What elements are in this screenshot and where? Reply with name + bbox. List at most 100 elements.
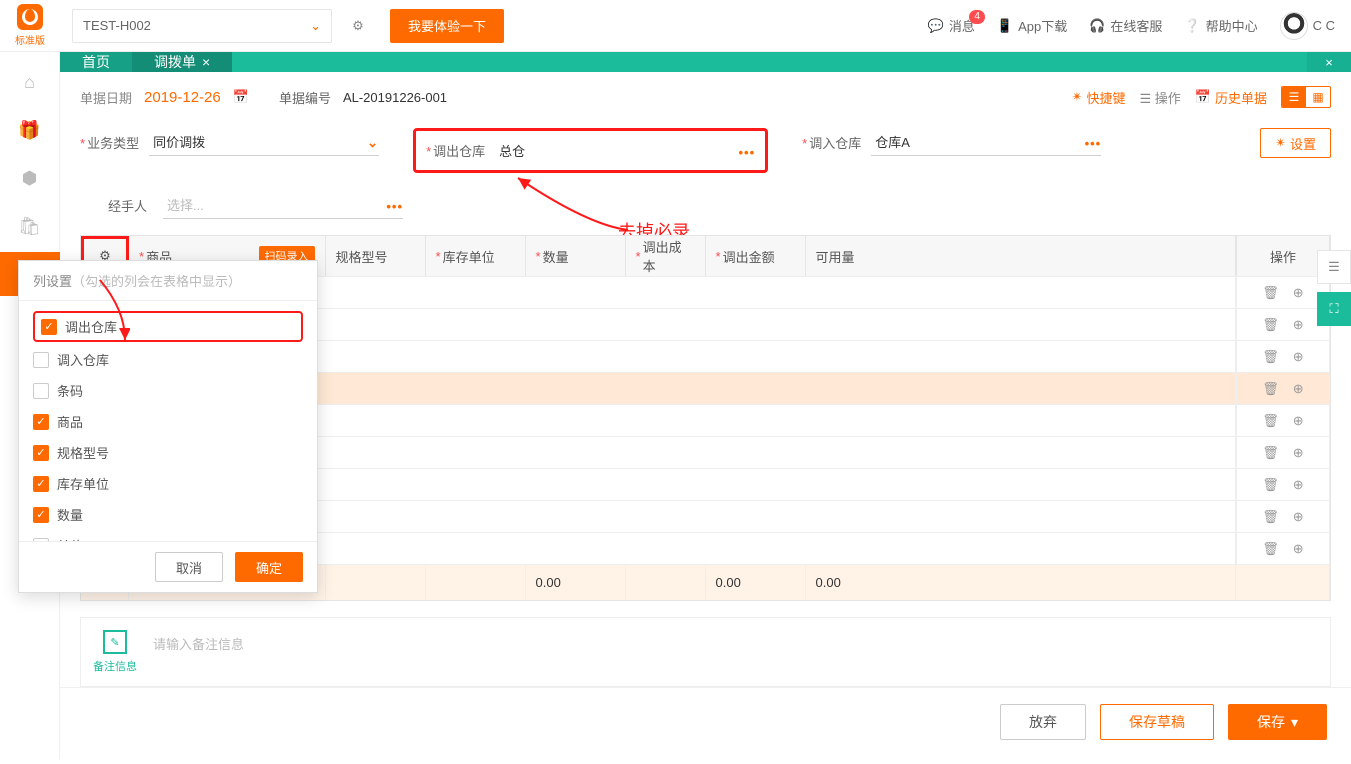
phone-icon: 📱: [997, 18, 1013, 34]
delete-icon[interactable]: 🗑: [1262, 541, 1279, 557]
add-row-icon[interactable]: ⊕: [1293, 413, 1304, 429]
close-all-tabs[interactable]: ×: [1307, 52, 1351, 72]
org-name: TEST-H002: [83, 18, 151, 33]
checkbox-icon: ✓: [33, 507, 49, 523]
history-link[interactable]: 📅 历史单据: [1195, 88, 1267, 107]
tab-home[interactable]: 首页: [60, 52, 132, 72]
delete-icon[interactable]: 🗑: [1262, 509, 1279, 525]
col-available: 可用量: [806, 236, 1237, 276]
add-row-icon[interactable]: ⊕: [1293, 445, 1304, 461]
column-option[interactable]: ✓调出仓库: [33, 311, 303, 342]
settings-button[interactable]: ✴ 设置: [1260, 128, 1331, 158]
checkbox-icon: ✓: [41, 319, 57, 335]
field-business-type[interactable]: *业务类型 同价调拨⌄: [80, 128, 379, 156]
column-option[interactable]: 调入仓库: [33, 344, 303, 375]
more-icon[interactable]: •••: [739, 145, 756, 160]
field-in-warehouse[interactable]: *调入仓库 仓库A•••: [802, 128, 1101, 156]
add-row-icon[interactable]: ⊕: [1293, 509, 1304, 525]
column-option[interactable]: 条码: [33, 375, 303, 406]
discard-button[interactable]: 放弃: [1000, 704, 1086, 740]
help-icon: ❔: [1184, 18, 1200, 34]
column-option[interactable]: 单位2: [33, 530, 303, 541]
date-value[interactable]: 2019-12-26: [144, 89, 221, 106]
app-download-link[interactable]: 📱 App下载: [997, 16, 1067, 35]
message-icon: 💬: [928, 18, 944, 34]
right-fly-panel: ☰ ⛶: [1317, 250, 1351, 326]
checkbox-icon: ✓: [33, 414, 49, 430]
checkbox-icon: [33, 538, 49, 542]
cancel-button[interactable]: 取消: [155, 552, 223, 582]
delete-icon[interactable]: 🗑: [1262, 349, 1279, 365]
expand-fly-icon[interactable]: ⛶: [1317, 292, 1351, 326]
delete-icon[interactable]: 🗑: [1262, 413, 1279, 429]
org-selector[interactable]: TEST-H002 ⌄: [72, 9, 332, 43]
add-row-icon[interactable]: ⊕: [1293, 349, 1304, 365]
add-row-icon[interactable]: ⊕: [1293, 381, 1304, 397]
tab-transfer[interactable]: 调拨单 ×: [132, 52, 232, 72]
headset-icon: 🎧: [1089, 18, 1105, 34]
top-bar: 标准版 TEST-H002 ⌄ ⚙ 我要体验一下 💬 消息 4 📱 App下载 …: [0, 0, 1351, 52]
delete-icon[interactable]: 🗑: [1262, 445, 1279, 461]
remark-input[interactable]: 请输入备注信息: [153, 630, 1318, 657]
help-link[interactable]: ❔ 帮助中心: [1184, 16, 1257, 35]
logo[interactable]: 标准版: [0, 4, 60, 47]
save-button[interactable]: 保存 ▾: [1228, 704, 1327, 740]
checkbox-icon: [33, 383, 49, 399]
messages-link[interactable]: 💬 消息 4: [928, 16, 975, 35]
handler-label: 经手人: [108, 196, 147, 215]
add-row-icon[interactable]: ⊕: [1293, 317, 1304, 333]
more-icon[interactable]: •••: [386, 199, 403, 214]
remark-section: ✎ 备注信息 请输入备注信息: [80, 617, 1331, 687]
logo-text: 标准版: [0, 32, 60, 47]
close-icon[interactable]: ×: [202, 54, 210, 70]
shortcuts-link[interactable]: ✴ 快捷键: [1072, 88, 1126, 107]
foot-amount: 0.00: [706, 565, 806, 600]
form-row: *业务类型 同价调拨⌄ *调出仓库 总仓••• *调入仓库 仓库A••• ✴ 设…: [60, 116, 1351, 191]
checkbox-icon: [33, 352, 49, 368]
confirm-button[interactable]: 确定: [235, 552, 303, 582]
settings-icon[interactable]: ⚙: [344, 12, 372, 40]
grid-view-icon: ▦: [1306, 87, 1330, 107]
rail-price-icon[interactable]: ⬢: [0, 156, 60, 200]
user-menu[interactable]: C C: [1280, 12, 1335, 40]
checkbox-icon: ✓: [33, 445, 49, 461]
logo-icon: [17, 4, 43, 30]
add-row-icon[interactable]: ⊕: [1293, 541, 1304, 557]
delete-icon[interactable]: 🗑: [1262, 381, 1279, 397]
column-option[interactable]: ✓规格型号: [33, 437, 303, 468]
foot-qty: 0.00: [526, 565, 626, 600]
chevron-down-icon: ▾: [1291, 714, 1298, 731]
rail-gift-icon[interactable]: 🎁: [0, 108, 60, 152]
field-out-warehouse[interactable]: *调出仓库 总仓•••: [413, 128, 768, 173]
doc-header: 单据日期 2019-12-26 📅 单据编号 AL-20191226-001 ✴…: [60, 72, 1351, 116]
experience-button[interactable]: 我要体验一下: [390, 9, 504, 43]
delete-icon[interactable]: 🗑: [1262, 317, 1279, 333]
delete-icon[interactable]: 🗑: [1262, 477, 1279, 493]
save-draft-button[interactable]: 保存草稿: [1100, 704, 1214, 740]
notes-fly-icon[interactable]: ☰: [1317, 250, 1351, 284]
column-option[interactable]: ✓数量: [33, 499, 303, 530]
ops-link[interactable]: ☰ 操作: [1140, 88, 1181, 107]
column-list[interactable]: ✓调出仓库调入仓库条码✓商品✓规格型号✓库存单位✓数量单位2: [19, 301, 317, 541]
rail-bag-icon[interactable]: 🛍: [0, 204, 60, 248]
col-operation: 操作: [1236, 236, 1330, 276]
col-cost: *调出成本: [626, 236, 706, 276]
checkbox-icon: ✓: [33, 476, 49, 492]
action-footer: 放弃 保存草稿 保存 ▾: [60, 687, 1351, 756]
rail-home-icon[interactable]: ⌂: [0, 60, 60, 104]
chevron-down-icon: ⌄: [310, 18, 321, 34]
add-row-icon[interactable]: ⊕: [1293, 477, 1304, 493]
calendar-icon[interactable]: 📅: [233, 89, 249, 105]
customer-service-link[interactable]: 🎧 在线客服: [1089, 16, 1162, 35]
more-icon[interactable]: •••: [1085, 136, 1102, 151]
foot-avail: 0.00: [806, 565, 1237, 600]
handler-input[interactable]: 选择...•••: [163, 191, 403, 219]
column-option[interactable]: ✓库存单位: [33, 468, 303, 499]
delete-icon[interactable]: 🗑: [1262, 285, 1279, 301]
column-settings-popover: 列设置（勾选的列会在表格中显示） ✓调出仓库调入仓库条码✓商品✓规格型号✓库存单…: [18, 260, 318, 593]
view-toggle[interactable]: ☰ ▦: [1281, 86, 1331, 108]
col-amount: *调出金额: [706, 236, 806, 276]
column-option[interactable]: ✓商品: [33, 406, 303, 437]
avatar-icon: [1280, 12, 1308, 40]
add-row-icon[interactable]: ⊕: [1293, 285, 1304, 301]
